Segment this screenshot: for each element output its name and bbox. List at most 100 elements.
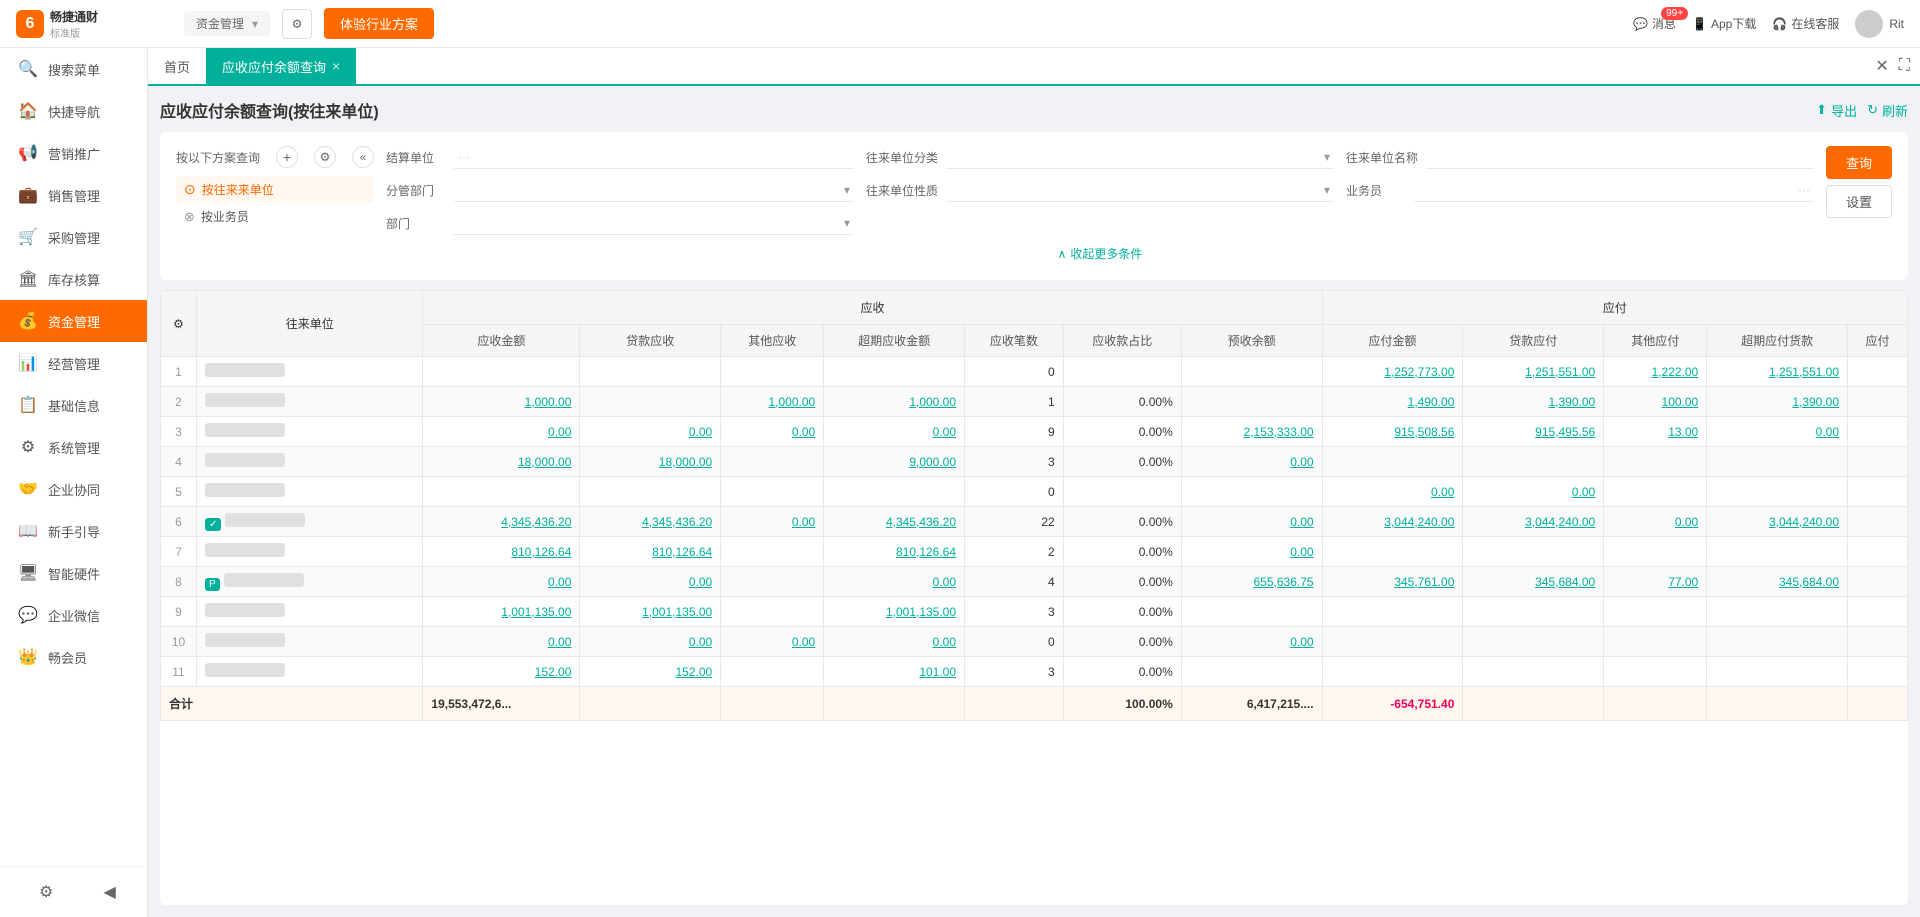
filter-partner-name: 往来单位名称 [1346, 146, 1814, 169]
sidebar-item-search[interactable]: 🔍 搜索菜单 [0, 48, 147, 90]
sidebar-item-wechat[interactable]: 💬 企业微信 [0, 594, 147, 636]
sidebar-item-member[interactable]: 👑 畅会员 [0, 636, 147, 678]
sidebar-collapse-button[interactable]: ◀ [104, 882, 116, 902]
sidebar-label-finance: 资金管理 [48, 312, 100, 331]
logo-text-area: 畅捷通财 标准版 [50, 8, 98, 40]
tab-home[interactable]: 首页 [148, 48, 206, 86]
page-container: 应收应付余额查询(按往来单位) ⬆ 导出 ↻ 刷新 按以下方案查询 + [148, 86, 1920, 917]
tab-close-icon[interactable]: × [332, 58, 340, 74]
sidebar-item-purchase[interactable]: 🛒 采购管理 [0, 216, 147, 258]
sidebar-label-search: 搜索菜单 [48, 60, 100, 79]
filter-settlement-unit: 结算单位 ··· [386, 146, 854, 169]
app-download-button[interactable]: 📱 App下载 [1692, 15, 1756, 32]
sidebar-item-nav[interactable]: 🏠 快捷导航 [0, 90, 147, 132]
tree-item-by-salesperson[interactable]: ⊗ 按业务员 [176, 203, 374, 230]
finance-icon: 💰 [18, 311, 38, 331]
tab-home-label: 首页 [164, 57, 190, 76]
sidebar-label-purchase: 采购管理 [48, 228, 100, 247]
tree-item-by-partner[interactable]: ⊙ 按往来来单位 [176, 176, 374, 203]
messages-button[interactable]: 💬 消息 99+ [1633, 15, 1676, 32]
online-service-button[interactable]: 🎧 在线客服 [1772, 15, 1839, 32]
wechat-icon: 💬 [18, 605, 38, 625]
user-avatar[interactable]: Rit [1855, 10, 1904, 38]
sidebar-item-management[interactable]: 📊 经营管理 [0, 342, 147, 384]
marketing-icon: 📢 [18, 143, 38, 163]
chevron-down-icon-dep: ▾ [844, 216, 850, 230]
logo-sub: 标准版 [50, 25, 98, 40]
col-settings[interactable]: ⚙ [161, 291, 197, 357]
filter-partner-nature: 往来单位性质 ▾ [866, 179, 1334, 202]
sales-icon: 💼 [18, 185, 38, 205]
main-content: 首页 应收应付余额查询 × ✕ ⛶ 应收应付余额查询(按往来单位) ⬆ 导出 ↻… [148, 48, 1920, 917]
system-icon: ⚙ [18, 437, 38, 457]
hardware-icon: 🖥 [18, 563, 38, 583]
top-bar-center: 资金管理 ▾ ⚙ 体验行业方案 [164, 8, 1633, 39]
division-label: 分管部门 [386, 182, 446, 199]
partner-nature-select[interactable]: ▾ [946, 179, 1334, 202]
col-loan-ar: 贷款应收 [580, 325, 721, 357]
sidebar-item-marketing[interactable]: 📢 营销推广 [0, 132, 147, 174]
sidebar-item-basic-info[interactable]: 📋 基础信息 [0, 384, 147, 426]
notification-badge: 99+ [1661, 7, 1688, 20]
table-row: 500.000.00 [161, 477, 1908, 507]
table-row: 418,000.0018,000.009,000.0030.00%0.00 [161, 447, 1908, 477]
sidebar-label-collaboration: 企业协同 [48, 480, 100, 499]
sidebar-item-guide[interactable]: 📖 新手引导 [0, 510, 147, 552]
table-row: 91,001,135.001,001,135.001,001,135.0030.… [161, 597, 1908, 627]
sidebar-item-collaboration[interactable]: 🤝 企业协同 [0, 468, 147, 510]
footer-ar-total: 19,553,472,6... [423, 687, 580, 721]
partner-name-input[interactable] [1426, 146, 1814, 169]
chevron-down-icon-div: ▾ [844, 183, 850, 197]
scheme-settings-button[interactable]: ⚙ [314, 146, 336, 168]
sidebar-settings-button[interactable]: ⚙ [31, 877, 61, 907]
inventory-icon: 🏛 [18, 269, 38, 289]
query-button[interactable]: 查询 [1826, 146, 1892, 179]
close-window-icon[interactable]: ✕ [1875, 56, 1888, 76]
sidebar-item-inventory[interactable]: 🏛 库存核算 [0, 258, 147, 300]
refresh-icon: ↻ [1867, 102, 1878, 118]
salesperson-input[interactable]: ··· [1414, 179, 1814, 202]
sidebar-item-hardware[interactable]: 🖥 智能硬件 [0, 552, 147, 594]
settings-button[interactable]: ⚙ [282, 9, 312, 39]
col-loan-ap: 贷款应付 [1463, 325, 1604, 357]
department-select[interactable]: ▾ [454, 212, 854, 235]
table-settings-icon: ⚙ [173, 317, 184, 331]
action-buttons: 查询 设置 [1826, 146, 1892, 218]
footer-ar-ratio: 100.00% [1063, 687, 1181, 721]
collaboration-icon: 🤝 [18, 479, 38, 499]
settlement-unit-input[interactable]: ··· [454, 146, 854, 169]
table-footer-row: 合计 19,553,472,6... 100.00% 6,417,215....… [161, 687, 1908, 721]
setting-button[interactable]: 设置 [1826, 185, 1892, 218]
scheme-collapse-button[interactable]: « [352, 146, 374, 168]
gear-icon: ⚙ [292, 17, 303, 31]
guide-icon: 📖 [18, 521, 38, 541]
tab-ar-balance[interactable]: 应收应付余额查询 × [206, 48, 356, 86]
home-icon: 🏠 [18, 101, 38, 121]
top-bar: 6 畅捷通财 标准版 资金管理 ▾ ⚙ 体验行业方案 💬 消息 99+ 📱 Ap… [0, 0, 1920, 48]
col-other-ap: 其他应付 [1604, 325, 1707, 357]
app-logo-icon: 6 [16, 10, 44, 38]
scheme-label: 按以下方案查询 [176, 149, 260, 166]
partner-category-select[interactable]: ▾ [946, 146, 1334, 169]
industry-solution-button[interactable]: 体验行业方案 [324, 8, 434, 39]
col-partner-header: 往来单位 [197, 291, 423, 357]
sidebar-label-basic-info: 基础信息 [48, 396, 100, 415]
col-prepay: 预收余额 [1181, 325, 1322, 357]
data-table-container[interactable]: ⚙ 往来单位 应收 应付 应收金额 贷款应收 其他应收 超期应收金额 应收笔数 [160, 290, 1908, 905]
message-icon: 💬 [1633, 17, 1648, 31]
breadcrumb[interactable]: 资金管理 ▾ [184, 11, 270, 36]
maximize-icon[interactable]: ⛶ [1899, 57, 1910, 75]
filter-salesperson: 业务员 ··· [1346, 179, 1814, 202]
sidebar-item-system[interactable]: ⚙ 系统管理 [0, 426, 147, 468]
tab-ar-balance-label: 应收应付余额查询 [222, 57, 326, 76]
division-select[interactable]: ▾ [454, 179, 854, 202]
add-scheme-button[interactable]: + [276, 146, 298, 168]
sidebar-item-sales[interactable]: 💼 销售管理 [0, 174, 147, 216]
purchase-icon: 🛒 [18, 227, 38, 247]
sidebar-item-finance[interactable]: 💰 资金管理 [0, 300, 147, 342]
table-area: ⚙ 往来单位 应收 应付 应收金额 贷款应收 其他应收 超期应收金额 应收笔数 [160, 290, 1908, 905]
collapse-more-button[interactable]: ∧ 收起更多条件 [1054, 241, 1147, 266]
refresh-button[interactable]: ↻ 刷新 [1867, 101, 1908, 120]
export-button[interactable]: ⬆ 导出 [1816, 101, 1857, 120]
tree-label-by-salesperson: 按业务员 [201, 208, 249, 225]
